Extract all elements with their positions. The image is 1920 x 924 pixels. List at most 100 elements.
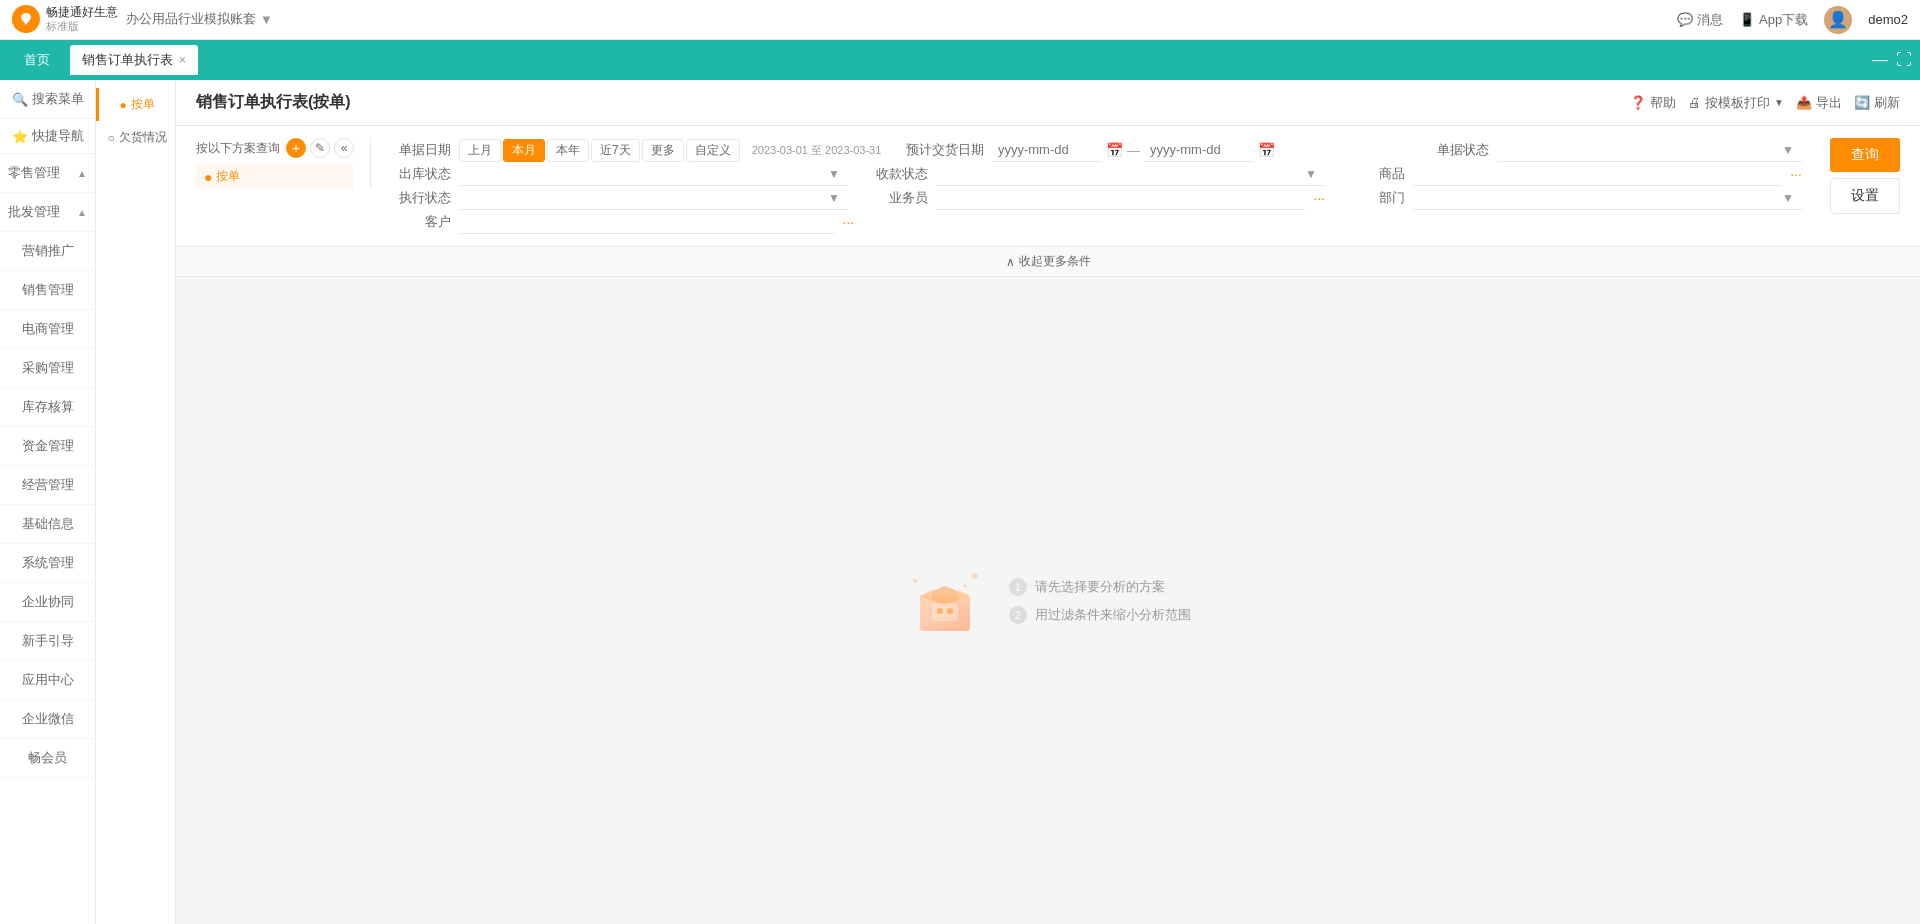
date-btn-custom[interactable]: 自定义 (686, 139, 740, 162)
salesperson-ellipsis-icon[interactable]: ··· (1313, 190, 1325, 206)
sidebar-item-basics[interactable]: 基础信息 (0, 505, 95, 544)
date-btn-last-month[interactable]: 上月 (459, 139, 501, 162)
delivery-status-select[interactable]: ▼ (459, 163, 848, 186)
date-btn-7days[interactable]: 近7天 (591, 139, 640, 162)
salesperson-label: 业务员 (864, 189, 928, 207)
empty-tip-1: 1 请先选择要分析的方案 (1009, 578, 1191, 596)
sidebar-item-marketing[interactable]: 营销推广 (0, 232, 95, 271)
tab-minimize-button[interactable]: — (1872, 51, 1888, 69)
expected-date-start-input[interactable] (992, 138, 1102, 162)
sidebar-search[interactable]: 🔍 搜索菜单 (0, 80, 95, 119)
sidebar-item-operations[interactable]: 经营管理 (0, 466, 95, 505)
execution-status-dropdown-icon: ▼ (828, 191, 840, 205)
sidebar-item-system[interactable]: 系统管理 (0, 544, 95, 583)
goods-input[interactable] (1413, 162, 1782, 186)
svg-point-4 (913, 579, 917, 583)
help-label: 帮助 (1650, 94, 1676, 112)
sidebar-item-member-label: 畅会员 (28, 749, 67, 767)
empty-tip-2: 2 用过滤条件来缩小分析范围 (1009, 606, 1191, 624)
date-btn-more[interactable]: 更多 (642, 139, 684, 162)
tab-sales-order[interactable]: 销售订单执行表 × (70, 45, 198, 75)
sidebar-item-finance-label: 资金管理 (22, 437, 74, 455)
tip-num-2: 2 (1009, 606, 1027, 624)
tab-home[interactable]: 首页 (8, 45, 66, 75)
execution-status-select[interactable]: ▼ (459, 187, 848, 210)
help-button[interactable]: ❓ 帮助 (1630, 94, 1676, 112)
sidebar-item-member[interactable]: 畅会员 (0, 739, 95, 778)
empty-tips: 1 请先选择要分析的方案 2 用过滤条件来缩小分析范围 (1009, 578, 1191, 624)
payment-status-select[interactable]: ▼ (936, 163, 1325, 186)
export-label: 导出 (1816, 94, 1842, 112)
sidebar-item-retail-label: 零售管理 (8, 164, 60, 182)
filter-panel: 按以下方案查询 + ✎ « ● 按单 (176, 126, 1920, 247)
tab-close-icon[interactable]: × (179, 53, 186, 67)
sidebar-item-marketing-label: 营销推广 (22, 242, 74, 260)
sidebar-item-guide-label: 新手引导 (22, 632, 74, 650)
refresh-icon: 🔄 (1854, 95, 1870, 110)
sidebar-item-ecommerce[interactable]: 电商管理 (0, 310, 95, 349)
date-btn-group: 上月 本月 本年 近7天 更多 自定义 (459, 139, 740, 162)
svg-point-8 (937, 608, 943, 614)
svg-point-9 (947, 608, 953, 614)
content-area: 销售订单执行表(按单) ❓ 帮助 🖨 按模板打印 ▼ 📤 导出 🔄 刷新 (176, 80, 1920, 924)
delivery-status-label: 出库状态 (387, 165, 451, 183)
sidebar: 🔍 搜索菜单 ⭐ 快捷导航 零售管理 ▲ 批发管理 ▲ 营销推广 销售管理 电商… (0, 80, 96, 924)
template-print-button[interactable]: 🖨 按模板打印 ▼ (1688, 94, 1784, 112)
sidebar-item-apps-label: 应用中心 (22, 671, 74, 689)
filter-scheme-title: 按以下方案查询 + ✎ « (196, 138, 354, 158)
app-download-button[interactable]: 📱 App下载 (1739, 11, 1808, 29)
sidebar-item-basics-label: 基础信息 (22, 515, 74, 533)
calendar-end-icon: 📅 (1258, 142, 1275, 158)
sidebar-item-inventory[interactable]: 库存核算 (0, 388, 95, 427)
refresh-label: 刷新 (1874, 94, 1900, 112)
date-btn-this-year[interactable]: 本年 (547, 139, 589, 162)
sidebar-item-finance[interactable]: 资金管理 (0, 427, 95, 466)
sidebar-item-wechat[interactable]: 企业微信 (0, 700, 95, 739)
payment-status-label: 收款状态 (864, 165, 928, 183)
logo-svg (18, 11, 34, 27)
customer-label: 客户 (387, 213, 451, 231)
sidebar-item-apps[interactable]: 应用中心 (0, 661, 95, 700)
salesperson-input[interactable] (936, 186, 1305, 210)
customer-ellipsis-icon[interactable]: ··· (842, 214, 854, 230)
sidebar-item-guide[interactable]: 新手引导 (0, 622, 95, 661)
sidebar-quick-nav[interactable]: ⭐ 快捷导航 (0, 119, 95, 154)
scheme-add-button[interactable]: + (286, 138, 306, 158)
department-label: 部门 (1341, 189, 1405, 207)
top-bar-left: 畅捷通好生意 标准版 办公用品行业模拟账套 ▼ (12, 5, 273, 34)
goods-label: 商品 (1341, 165, 1405, 183)
sidebar-item-sales[interactable]: 销售管理 (0, 271, 95, 310)
date-separator: — (1127, 143, 1140, 158)
customer-input[interactable] (459, 210, 834, 234)
refresh-button[interactable]: 🔄 刷新 (1854, 94, 1900, 112)
department-select[interactable]: ▼ (1413, 187, 1802, 210)
sidebar-item-wholesale[interactable]: 批发管理 ▲ (0, 193, 95, 232)
tab-maximize-button[interactable]: ⛶ (1896, 51, 1912, 69)
breadcrumb[interactable]: 办公用品行业模拟账套 ▼ (126, 10, 273, 28)
collapse-bar[interactable]: ∧ 收起更多条件 (176, 247, 1920, 277)
settings-button[interactable]: 设置 (1830, 178, 1900, 214)
bill-status-select[interactable]: ▼ (1497, 139, 1802, 162)
collapse-label: 收起更多条件 (1019, 253, 1091, 270)
top-bar-right: 💬 消息 📱 App下载 👤 demo2 (1677, 6, 1908, 34)
sidebar-item-retail[interactable]: 零售管理 ▲ (0, 154, 95, 193)
scheme-item[interactable]: ● 按单 (196, 164, 354, 189)
message-label: 消息 (1697, 11, 1723, 29)
scheme-edit-button[interactable]: ✎ (310, 138, 330, 158)
query-button[interactable]: 查询 (1830, 138, 1900, 172)
export-button[interactable]: 📤 导出 (1796, 94, 1842, 112)
scheme-actions: + ✎ « (286, 138, 354, 158)
sub-sidebar-item-backorder[interactable]: ○ 欠货情况 (96, 121, 175, 154)
date-btn-this-month[interactable]: 本月 (503, 139, 545, 162)
goods-ellipsis-icon[interactable]: ··· (1790, 166, 1802, 182)
expected-date-end-input[interactable] (1144, 138, 1254, 162)
by-order-icon: ● (119, 98, 126, 112)
app-download-label: App下载 (1759, 11, 1808, 29)
download-icon: 📱 (1739, 12, 1755, 27)
sub-sidebar-item-by-order[interactable]: ● 按单 (96, 88, 175, 121)
filter-row-1: 单据日期 上月 本月 本年 近7天 更多 自定义 2023-03-01 至 20… (387, 138, 1802, 162)
scheme-collapse-button[interactable]: « (334, 138, 354, 158)
sidebar-item-cooperation[interactable]: 企业协同 (0, 583, 95, 622)
sidebar-item-purchase[interactable]: 采购管理 (0, 349, 95, 388)
message-button[interactable]: 💬 消息 (1677, 11, 1723, 29)
